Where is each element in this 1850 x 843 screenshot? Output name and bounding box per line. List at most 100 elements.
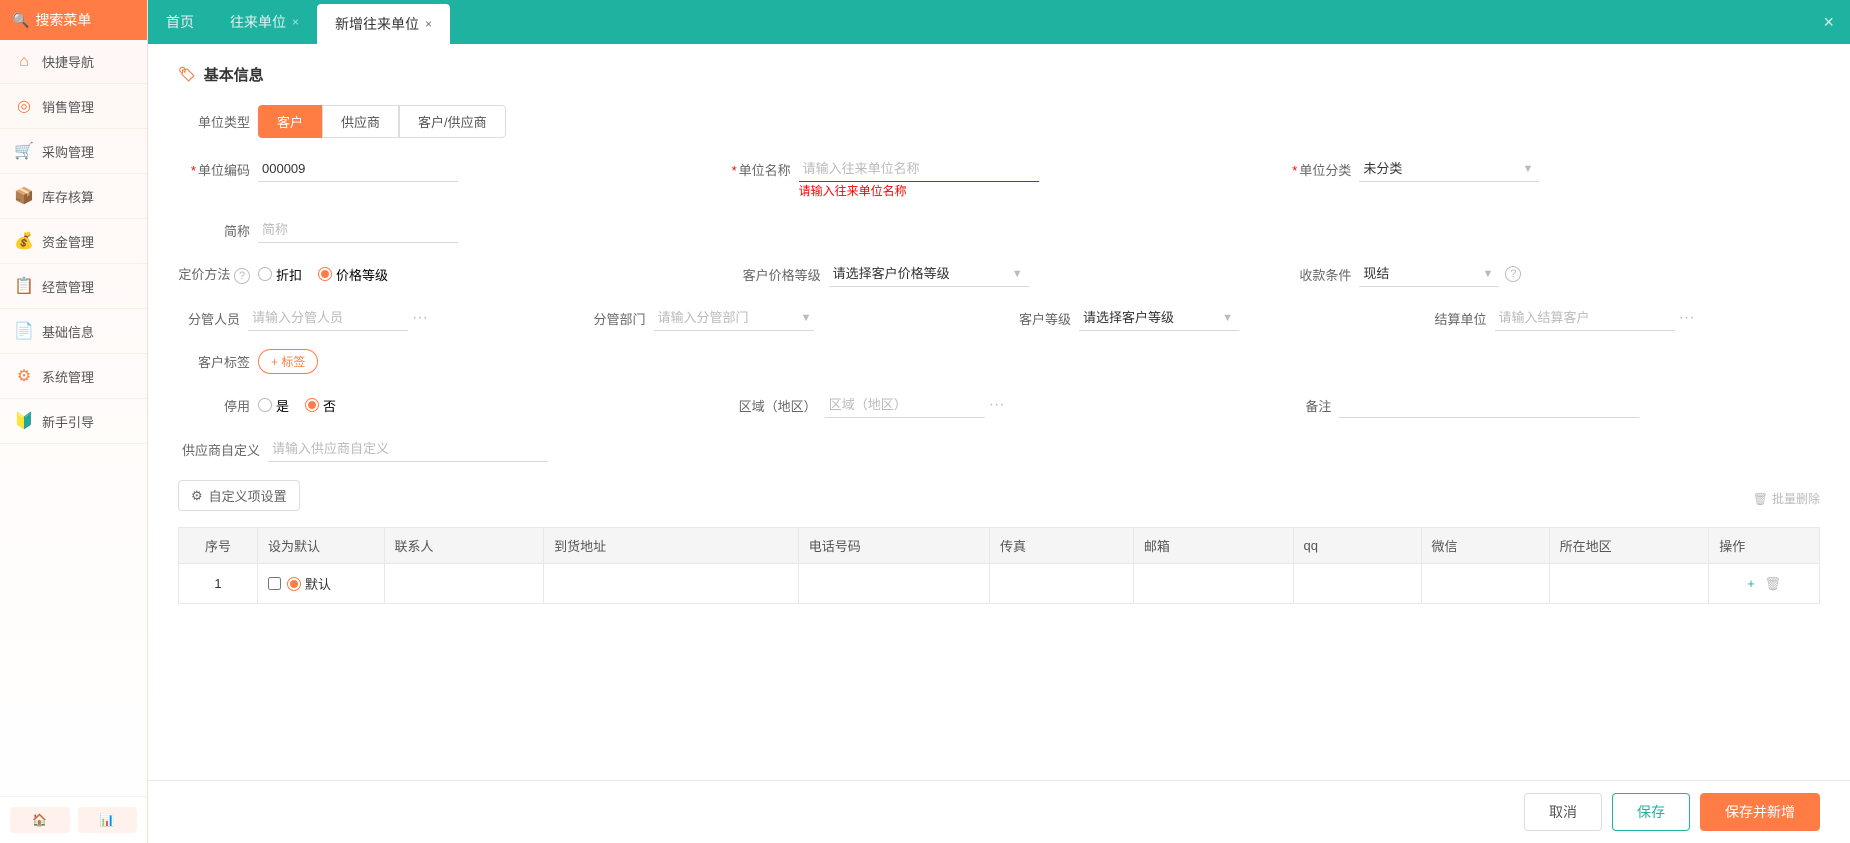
- short-name-input[interactable]: [258, 217, 458, 243]
- tab-new-unit[interactable]: 新增往来单位 ×: [317, 4, 450, 44]
- col-contact: 联系人: [384, 528, 544, 564]
- pricing-discount-radio[interactable]: 折扣: [258, 265, 302, 284]
- contacts-table: 序号 设为默认 联系人 到货地址 电话号码 传真 邮箱 qq 微信 所在地区 操…: [178, 527, 1820, 604]
- unit-type-label: 单位类型: [178, 112, 258, 131]
- payment-terms-select[interactable]: 现结: [1359, 261, 1499, 287]
- supplier-custom-row: 供应商自定义: [178, 436, 1820, 462]
- tab-bar: 首页 往来单位 × 新增往来单位 × ×: [148, 0, 1850, 44]
- unit-code-label: *单位编码: [178, 160, 258, 179]
- cancel-button[interactable]: 取消: [1524, 793, 1602, 831]
- customer-price-select[interactable]: 请选择客户价格等级: [829, 261, 1029, 287]
- save-new-button[interactable]: 保存并新增: [1700, 793, 1820, 831]
- customer-level-select[interactable]: 请选择客户等级: [1079, 305, 1239, 331]
- row-contact-input[interactable]: [395, 571, 475, 596]
- tab-unit-list-close[interactable]: ×: [292, 15, 299, 29]
- settlement-unit-more-btn[interactable]: ···: [1675, 309, 1699, 327]
- tab-home[interactable]: 首页: [148, 0, 212, 44]
- row-address[interactable]: [544, 564, 799, 604]
- unit-type-both-btn[interactable]: 客户/供应商: [399, 105, 506, 138]
- col-action: 操作: [1709, 528, 1820, 564]
- home-icon: ⌂: [14, 53, 34, 71]
- basic-info-icon: 📄: [14, 321, 34, 341]
- row-qq[interactable]: [1293, 564, 1421, 604]
- row-phone-input[interactable]: [809, 571, 909, 596]
- unit-name-input[interactable]: [799, 156, 1039, 182]
- sidebar-item-inventory[interactable]: 📦 库存核算: [0, 174, 147, 219]
- region-input[interactable]: [825, 392, 985, 418]
- sidebar-bottom-home[interactable]: 🏠: [10, 807, 70, 833]
- sidebar-item-purchase[interactable]: 🛒 采购管理: [0, 129, 147, 174]
- manager-label: 分管人员: [178, 309, 248, 328]
- department-input[interactable]: [654, 305, 814, 331]
- row-address-input[interactable]: [554, 571, 694, 596]
- pricing-level-radio[interactable]: 价格等级: [318, 265, 388, 284]
- row-email[interactable]: [1133, 564, 1293, 604]
- remarks-input[interactable]: [1339, 392, 1639, 418]
- row-fax-input[interactable]: [1000, 571, 1070, 596]
- payment-help-icon[interactable]: ?: [1505, 266, 1521, 282]
- inventory-icon: 📦: [14, 186, 34, 206]
- page-footer: 取消 保存 保存并新增: [148, 780, 1850, 843]
- save-button[interactable]: 保存: [1612, 793, 1690, 831]
- manager-more-btn[interactable]: ···: [408, 309, 432, 327]
- row-email-input[interactable]: [1144, 571, 1224, 596]
- disabled-label: 停用: [178, 396, 258, 415]
- add-tag-btn[interactable]: + 标签: [258, 349, 318, 374]
- row-phone[interactable]: [798, 564, 989, 604]
- disabled-no-radio[interactable]: 否: [305, 396, 336, 415]
- sidebar-item-finance[interactable]: 💰 资金管理: [0, 219, 147, 264]
- row-contact[interactable]: [384, 564, 544, 604]
- custom-settings-btn[interactable]: ⚙ 自定义项设置: [178, 480, 300, 511]
- payment-terms-field: 收款条件 现结 ▼ ?: [1289, 261, 1820, 287]
- supplier-custom-input[interactable]: [268, 436, 548, 462]
- customer-level-select-wrapper: 请选择客户等级 ▼: [1079, 305, 1239, 331]
- tags-field: 客户标签 + 标签: [178, 349, 1820, 374]
- row-delete-btn[interactable]: 🗑: [1764, 576, 1781, 591]
- row-wechat[interactable]: [1421, 564, 1549, 604]
- tab-unit-list[interactable]: 往来单位 ×: [212, 0, 317, 44]
- batch-delete-btn[interactable]: 🗑 批量删除: [1753, 490, 1820, 507]
- sidebar-item-beginner[interactable]: 🔰 新手引导: [0, 399, 147, 444]
- pricing-help-icon[interactable]: ?: [234, 268, 250, 284]
- row-region[interactable]: [1549, 564, 1709, 604]
- sidebar-item-quick-nav[interactable]: ⌂ 快捷导航: [0, 40, 147, 84]
- search-menu[interactable]: 🔍 搜索菜单: [0, 0, 147, 40]
- tags-label: 客户标签: [178, 352, 258, 371]
- pricing-row: 定价方法 ? 折扣 价格等级 客户价格等级: [178, 261, 1820, 287]
- manager-input[interactable]: [248, 305, 408, 331]
- row-add-btn[interactable]: +: [1747, 576, 1755, 591]
- settlement-unit-input[interactable]: [1495, 305, 1675, 331]
- row-checkbox[interactable]: [268, 577, 281, 590]
- col-index: 序号: [179, 528, 258, 564]
- sidebar-bottom-stats[interactable]: 📊: [78, 807, 138, 833]
- department-label: 分管部门: [594, 309, 654, 328]
- sidebar-item-sales[interactable]: ◎ 销售管理: [0, 84, 147, 129]
- row-qq-input[interactable]: [1304, 571, 1364, 596]
- tab-bar-close[interactable]: ×: [1823, 12, 1850, 33]
- search-icon: 🔍: [12, 12, 29, 29]
- remarks-label: 备注: [1299, 396, 1339, 415]
- supplier-custom-label: 供应商自定义: [178, 440, 268, 459]
- purchase-icon: 🛒: [14, 141, 34, 161]
- unit-category-select[interactable]: 未分类: [1359, 156, 1539, 182]
- disabled-yes-radio[interactable]: 是: [258, 396, 289, 415]
- sidebar-item-basic-info[interactable]: 📄 基础信息: [0, 309, 147, 354]
- row-wechat-input[interactable]: [1432, 571, 1492, 596]
- department-field: 分管部门 ▼: [594, 305, 990, 331]
- unit-code-input[interactable]: [258, 156, 458, 182]
- misc-row: 停用 是 否 区域（地区） ··· 备注: [178, 392, 1820, 418]
- row-default-radio[interactable]: 默认: [287, 574, 331, 593]
- disabled-radio-group: 是 否: [258, 396, 336, 415]
- sidebar-item-system[interactable]: ⚙ 系统管理: [0, 354, 147, 399]
- row-fax[interactable]: [989, 564, 1133, 604]
- unit-category-field: *单位分类 未分类 ▼: [1279, 156, 1820, 182]
- region-more-btn[interactable]: ···: [985, 396, 1009, 414]
- manager-field: 分管人员 ···: [178, 305, 574, 331]
- main-content: 首页 往来单位 × 新增往来单位 × × 🏷 基本信息 单位类型 客户 供应商 …: [148, 0, 1850, 843]
- unit-type-supplier-btn[interactable]: 供应商: [322, 105, 399, 138]
- unit-category-label: *单位分类: [1279, 160, 1359, 179]
- sidebar-item-operations[interactable]: 📋 经营管理: [0, 264, 147, 309]
- row-region-input[interactable]: [1560, 571, 1640, 596]
- unit-type-customer-btn[interactable]: 客户: [258, 105, 322, 138]
- tab-new-unit-close[interactable]: ×: [425, 17, 432, 31]
